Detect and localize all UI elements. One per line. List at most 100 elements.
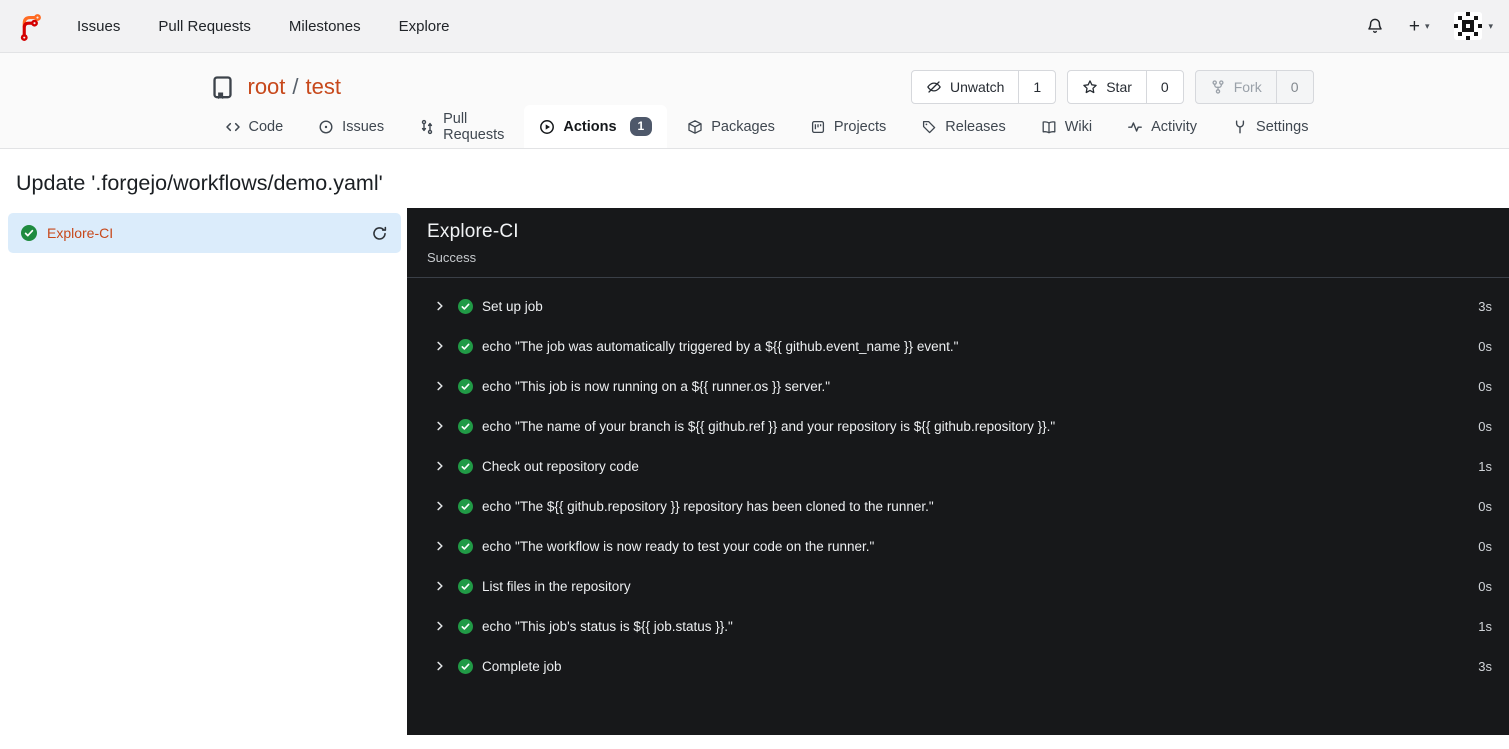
navbar-right: + ▾ ▾	[1366, 12, 1493, 40]
project-board-icon	[811, 120, 824, 133]
repo-icon	[212, 75, 232, 99]
tab-releases[interactable]: Releases	[906, 105, 1020, 148]
tab-settings[interactable]: Settings	[1217, 105, 1323, 148]
pull-request-icon	[421, 119, 433, 134]
step-label: echo "This job's status is ${{ job.statu…	[482, 618, 733, 634]
tab-actions[interactable]: Actions 1	[524, 105, 668, 148]
step-list: Set up job 3s echo "The job was automati…	[407, 278, 1509, 686]
chevron-right-icon	[437, 621, 443, 631]
tab-packages[interactable]: Packages	[672, 105, 790, 148]
tab-activity[interactable]: Activity	[1112, 105, 1212, 148]
check-circle-icon	[458, 578, 473, 594]
check-circle-icon	[458, 618, 473, 634]
create-new-dropdown[interactable]: + ▾	[1409, 17, 1430, 36]
forks-count[interactable]: 0	[1275, 71, 1313, 103]
tab-pull-requests[interactable]: Pull Requests	[404, 105, 519, 148]
top-navbar: Issues Pull Requests Milestones Explore …	[0, 0, 1509, 53]
actions-count-badge: 1	[629, 117, 653, 136]
step-row[interactable]: echo "This job is now running on a ${{ r…	[407, 366, 1509, 406]
step-duration: 0s	[1478, 498, 1492, 514]
chevron-right-icon	[437, 381, 443, 391]
job-status-text: Success	[427, 250, 477, 265]
tab-code[interactable]: Code	[210, 105, 299, 148]
chevron-right-icon	[437, 461, 443, 471]
step-duration: 0s	[1478, 338, 1492, 354]
check-circle-icon	[458, 338, 473, 354]
step-label: Complete job	[482, 658, 562, 674]
step-row[interactable]: List files in the repository 0s	[407, 566, 1509, 606]
step-label: echo "The ${{ github.repository }} repos…	[482, 498, 934, 514]
star-icon	[1083, 80, 1097, 94]
tab-label: Pull Requests	[443, 110, 505, 143]
step-row[interactable]: echo "The name of your branch is ${{ git…	[407, 406, 1509, 446]
star-button[interactable]: Star	[1068, 71, 1146, 103]
step-row[interactable]: echo "The job was automatically triggere…	[407, 326, 1509, 366]
bell-icon[interactable]	[1366, 17, 1384, 35]
check-circle-icon	[458, 498, 473, 514]
refresh-icon[interactable]	[371, 225, 388, 242]
step-duration: 1s	[1478, 618, 1492, 634]
job-detail-name: Explore-CI	[427, 221, 519, 242]
repo-owner-link[interactable]: root	[248, 74, 286, 100]
tab-label: Projects	[833, 118, 887, 135]
tab-label: Actions	[563, 118, 617, 135]
job-log-panel: Explore-CI Success Set up job 3s echo "T…	[407, 208, 1509, 735]
chevron-right-icon	[437, 341, 443, 351]
chevron-right-icon	[437, 421, 443, 431]
navbar-item-pull-requests[interactable]: Pull Requests	[158, 18, 251, 35]
tab-label: Issues	[342, 118, 385, 135]
repo-name-link[interactable]: test	[306, 74, 341, 100]
check-circle-icon	[458, 658, 473, 674]
tab-label: Wiki	[1064, 118, 1093, 135]
run-content: Explore-CI Explore-CI Success Set up job…	[0, 208, 1509, 735]
step-row[interactable]: Set up job 3s	[407, 286, 1509, 326]
navbar-item-milestones[interactable]: Milestones	[289, 18, 361, 35]
job-name: Explore-CI	[47, 225, 114, 241]
tab-wiki[interactable]: Wiki	[1026, 105, 1107, 148]
tab-issues[interactable]: Issues	[303, 105, 399, 148]
package-cube-icon	[688, 119, 702, 134]
navbar-item-explore[interactable]: Explore	[399, 18, 450, 35]
check-circle-icon	[458, 418, 473, 434]
tab-label: Activity	[1151, 118, 1198, 135]
stars-count[interactable]: 0	[1145, 71, 1183, 103]
step-duration: 3s	[1478, 298, 1492, 314]
unwatch-label: Unwatch	[949, 79, 1005, 95]
forgejo-logo-icon[interactable]	[16, 11, 46, 41]
step-duration: 1s	[1478, 458, 1492, 474]
step-duration: 0s	[1478, 578, 1492, 594]
fork-button: Fork	[1196, 71, 1276, 103]
check-circle-icon	[458, 298, 473, 314]
chevron-right-icon	[437, 501, 443, 511]
navbar-item-issues[interactable]: Issues	[77, 18, 120, 35]
step-label: echo "The name of your branch is ${{ git…	[482, 418, 1056, 434]
caret-down-icon: ▾	[1424, 20, 1430, 31]
watchers-count[interactable]: 1	[1018, 71, 1055, 103]
step-row[interactable]: Complete job 3s	[407, 646, 1509, 686]
pulse-icon	[1128, 121, 1143, 132]
step-label: Set up job	[482, 298, 543, 314]
repo-header: root / test Unwatch 1 Star 0 Fork 0 Code…	[0, 53, 1509, 149]
check-circle-icon	[458, 378, 473, 394]
step-row[interactable]: echo "This job's status is ${{ job.statu…	[407, 606, 1509, 646]
user-menu-dropdown[interactable]: ▾	[1454, 12, 1493, 40]
book-icon	[1042, 120, 1056, 133]
fork-button-group: Fork 0	[1194, 70, 1314, 104]
unwatch-button[interactable]: Unwatch	[912, 71, 1018, 103]
chevron-right-icon	[437, 661, 443, 671]
tab-label: Releases	[945, 118, 1006, 135]
check-circle-icon	[21, 225, 37, 241]
step-row[interactable]: echo "The ${{ github.repository }} repos…	[407, 486, 1509, 526]
avatar	[1454, 12, 1483, 40]
step-row[interactable]: echo "The workflow is now ready to test …	[407, 526, 1509, 566]
chevron-right-icon	[437, 301, 443, 311]
plus-icon: +	[1408, 15, 1420, 37]
job-item-explore-ci[interactable]: Explore-CI	[8, 213, 401, 253]
tab-projects[interactable]: Projects	[795, 105, 901, 148]
step-row[interactable]: Check out repository code 1s	[407, 446, 1509, 486]
unwatch-button-group: Unwatch 1	[910, 70, 1057, 104]
wrench-icon	[1235, 120, 1245, 133]
check-circle-icon	[458, 458, 473, 474]
step-label: echo "The workflow is now ready to test …	[482, 538, 875, 554]
repo-action-buttons: Unwatch 1 Star 0 Fork 0	[910, 70, 1314, 104]
